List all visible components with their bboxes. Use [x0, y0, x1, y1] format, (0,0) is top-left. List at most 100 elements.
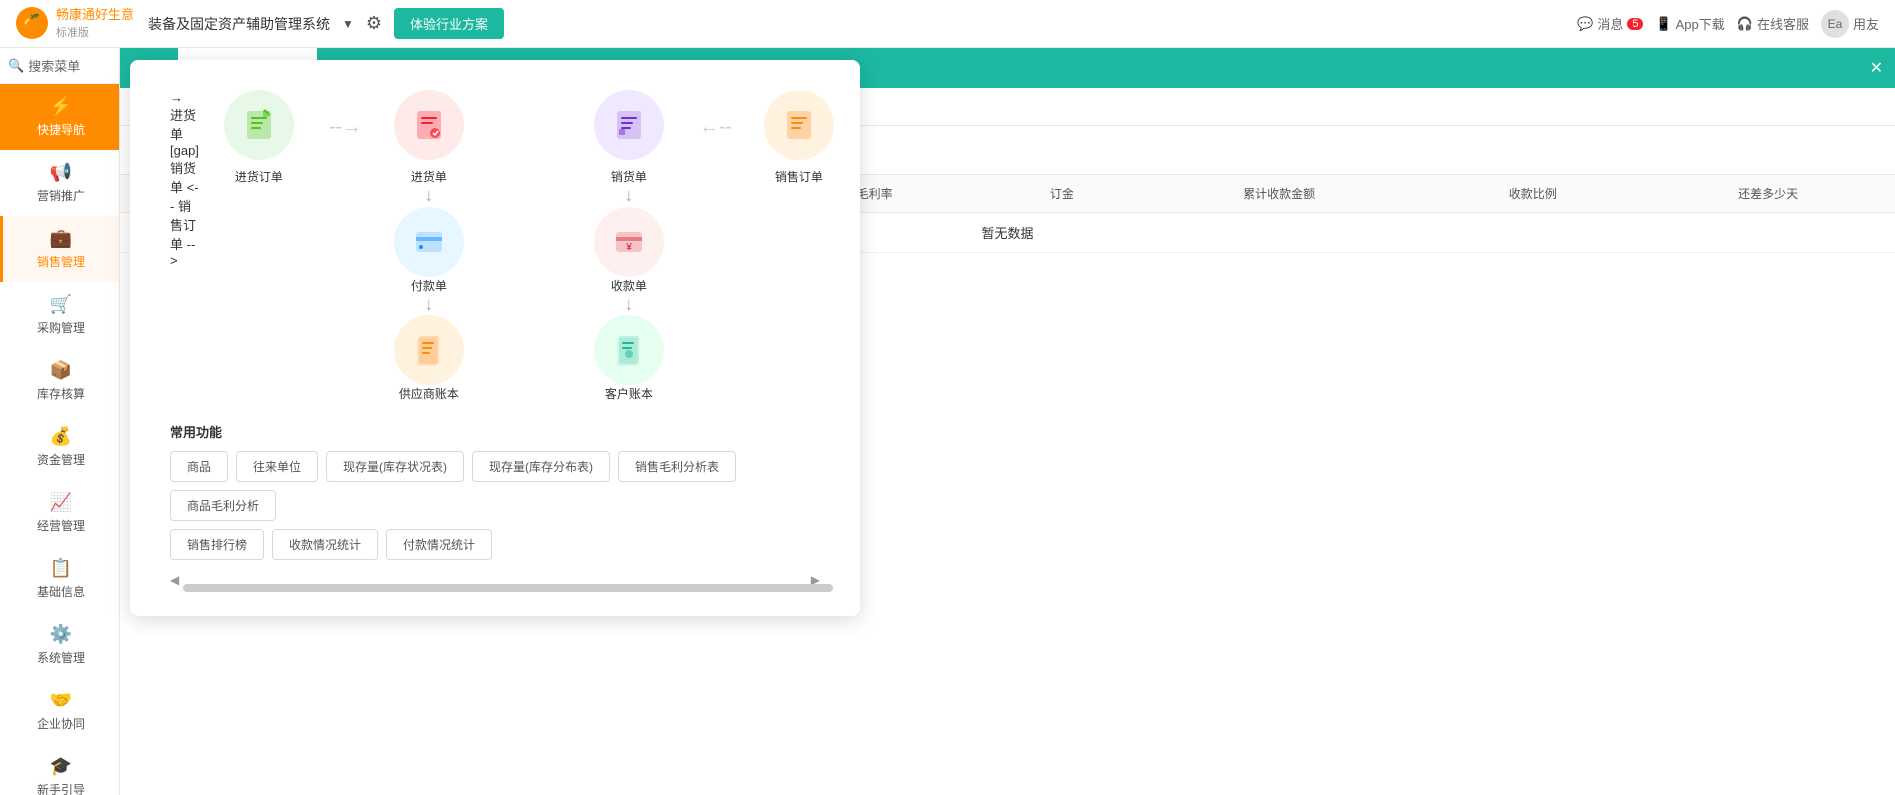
arrow-down-fkd: ↓	[424, 185, 433, 207]
user-label: 用友	[1853, 14, 1879, 33]
sidebar-item-label: 企业协同	[37, 715, 85, 732]
khzb-circle	[594, 315, 664, 385]
cf-btn-counterpart[interactable]: 往来单位	[236, 451, 318, 482]
common-functions-title: 常用功能	[170, 422, 820, 441]
xhd-circle	[594, 90, 664, 160]
logo-text: 畅康通好生意	[56, 7, 134, 24]
sidebar-item-label: 资金管理	[37, 451, 85, 468]
sidebar: 🔍 搜索菜单 ⚡ 快捷导航 📢 营销推广 💼 销售管理 🛒 采购管理 📦	[0, 48, 120, 795]
dropdown-arrow[interactable]: ▼	[342, 17, 354, 31]
user-btn[interactable]: Ea 用友	[1821, 10, 1879, 38]
arrow-down-gysmzb: ↓	[424, 294, 433, 316]
sidebar-item-quicknav[interactable]: ⚡ 快捷导航	[0, 84, 119, 150]
sidebar-item-label: 营销推广	[37, 187, 85, 204]
sidebar-item-operation[interactable]: 📈 经营管理	[0, 480, 119, 546]
cf-btn-product[interactable]: 商品	[170, 451, 228, 482]
marketing-icon: 📢	[50, 162, 72, 183]
flow-node-jhd-order[interactable]: 进货订单	[199, 90, 319, 185]
user-avatar: Ea	[1821, 10, 1849, 38]
system-title: 装备及固定资产辅助管理系统	[148, 14, 330, 34]
basic-icon: 📋	[50, 558, 72, 579]
message-icon: 💬	[1577, 16, 1593, 32]
jhd-order-label: 进货订单	[235, 168, 283, 185]
jhd-circle	[394, 90, 464, 160]
message-badge: 5	[1627, 18, 1643, 30]
settings-icon[interactable]: ⚙	[366, 13, 382, 34]
sidebar-item-sales[interactable]: 💼 销售管理	[0, 216, 119, 282]
khzb-label: 客户账本	[605, 385, 653, 402]
sidebar-item-marketing[interactable]: 📢 营销推广	[0, 150, 119, 216]
top-bar: 🍊 畅康通好生意 标准版 装备及固定资产辅助管理系统 ▼ ⚙ 体验行业方案 💬 …	[0, 0, 1895, 48]
search-icon: 🔍	[8, 58, 24, 74]
sidebar-item-basic[interactable]: 📋 基础信息	[0, 546, 119, 612]
cf-btn-sales-profit[interactable]: 销售毛利分析表	[618, 451, 736, 482]
col-days-remaining: 还差多少天	[1641, 175, 1895, 213]
flow-node-xhd[interactable]: 销货单	[569, 90, 689, 185]
common-functions-row-1: 商品 往来单位 现存量(库存状况表) 现存量(库存分布表) 销售毛利分析表 商品…	[170, 451, 820, 521]
sidebar-item-newbie[interactable]: 🎓 新手引导	[0, 744, 119, 795]
skd-label: 收款单	[611, 277, 647, 294]
purchase-icon: 🛒	[50, 294, 72, 315]
app-download-label: App下载	[1676, 14, 1725, 33]
sales-icon: 💼	[50, 228, 72, 249]
operation-icon: 📈	[50, 492, 72, 513]
cf-btn-stock-dist[interactable]: 现存量(库存分布表)	[472, 451, 610, 482]
sidebar-item-inventory[interactable]: 📦 库存核算	[0, 348, 119, 414]
sidebar-item-label: 采购管理	[37, 319, 85, 336]
common-functions-row-2: 销售排行榜 收款情况统计 付款情况统计	[170, 529, 820, 560]
scroll-left-arrow[interactable]: ◀	[170, 573, 179, 587]
popup-scroll-row: ◀ ▶	[170, 568, 820, 592]
flow-diagram: → 进货单 [gap] 销货单 <-- 销售订单 --> 进货订单 - - →	[170, 90, 820, 402]
flow-node-xh-order[interactable]: 销售订单	[739, 90, 859, 185]
inventory-icon: 📦	[50, 360, 72, 381]
popup-scrollbar-thumb	[183, 584, 833, 592]
sidebar-item-label: 经营管理	[37, 517, 85, 534]
quicknav-popup: → 进货单 [gap] 销货单 <-- 销售订单 --> 进货订单 - - →	[130, 60, 860, 616]
cf-btn-stock-status[interactable]: 现存量(库存状况表)	[326, 451, 464, 482]
sidebar-item-label: 快捷导航	[37, 121, 85, 138]
online-service-label: 在线客服	[1757, 14, 1809, 33]
exp-btn[interactable]: 体验行业方案	[394, 8, 504, 39]
message-btn[interactable]: 💬 消息 5	[1577, 14, 1643, 33]
cf-btn-sales-rank[interactable]: 销售排行榜	[170, 529, 264, 560]
quicknav-icon: ⚡	[50, 96, 72, 117]
tab-close-all-icon[interactable]: ✕	[1870, 58, 1883, 78]
col-deposit: 订金	[989, 175, 1134, 213]
cf-btn-product-profit[interactable]: 商品毛利分析	[170, 490, 276, 521]
flow-node-gysmzb[interactable]: ↓ 供应商账本	[369, 294, 489, 403]
flow-grid: 进货订单 - - → 进货单 销货单	[199, 90, 859, 402]
sidebar-search[interactable]: 🔍 搜索菜单	[0, 48, 119, 84]
common-functions-section: 常用功能 商品 往来单位 现存量(库存状况表) 现存量(库存分布表) 销售毛利分…	[170, 422, 820, 560]
search-label: 搜索菜单	[28, 56, 80, 75]
flow-node-skd[interactable]: ↓ ¥ 收款单	[569, 185, 689, 294]
jhd-label: 进货单	[411, 168, 447, 185]
sidebar-item-label: 新手引导	[37, 781, 85, 795]
flow-node-jhd[interactable]: 进货单	[369, 90, 489, 185]
flow-node-khzb[interactable]: ↓ 客户账本	[569, 294, 689, 403]
arrow-down-skd: ↓	[624, 185, 633, 207]
cf-btn-expenditure-stats[interactable]: 付款情况统计	[386, 529, 492, 560]
sidebar-item-system[interactable]: ⚙️ 系统管理	[0, 612, 119, 678]
popup-scrollbar[interactable]	[183, 584, 807, 592]
service-icon: 🎧	[1737, 16, 1753, 32]
gysmzb-label: 供应商账本	[399, 385, 459, 402]
logo-icon: 🍊	[16, 7, 48, 39]
sidebar-item-label: 基础信息	[37, 583, 85, 600]
sidebar-item-purchase[interactable]: 🛒 采购管理	[0, 282, 119, 348]
arrow-down-khzb: ↓	[624, 294, 633, 316]
online-service-btn[interactable]: 🎧 在线客服	[1737, 14, 1809, 33]
cf-btn-payment-stats[interactable]: 收款情况统计	[272, 529, 378, 560]
sidebar-item-collab[interactable]: 🤝 企业协同	[0, 678, 119, 744]
system-icon: ⚙️	[50, 624, 72, 645]
arrow-xhorder-to-xhd: ← - -	[689, 116, 739, 159]
col-payment-ratio: 收款比例	[1424, 175, 1641, 213]
col-accumulated-payment: 累计收款金额	[1134, 175, 1424, 213]
sidebar-item-finance[interactable]: 💰 资金管理	[0, 414, 119, 480]
app-download-btn[interactable]: 📱 App下载	[1655, 14, 1724, 33]
fkd-circle	[394, 207, 464, 277]
jhd-order-circle	[224, 90, 294, 160]
download-icon: 📱	[1655, 16, 1671, 32]
flow-node-fkd[interactable]: ↓ 付款单	[369, 185, 489, 294]
xh-order-label: 销售订单	[775, 168, 823, 185]
collab-icon: 🤝	[50, 690, 72, 711]
